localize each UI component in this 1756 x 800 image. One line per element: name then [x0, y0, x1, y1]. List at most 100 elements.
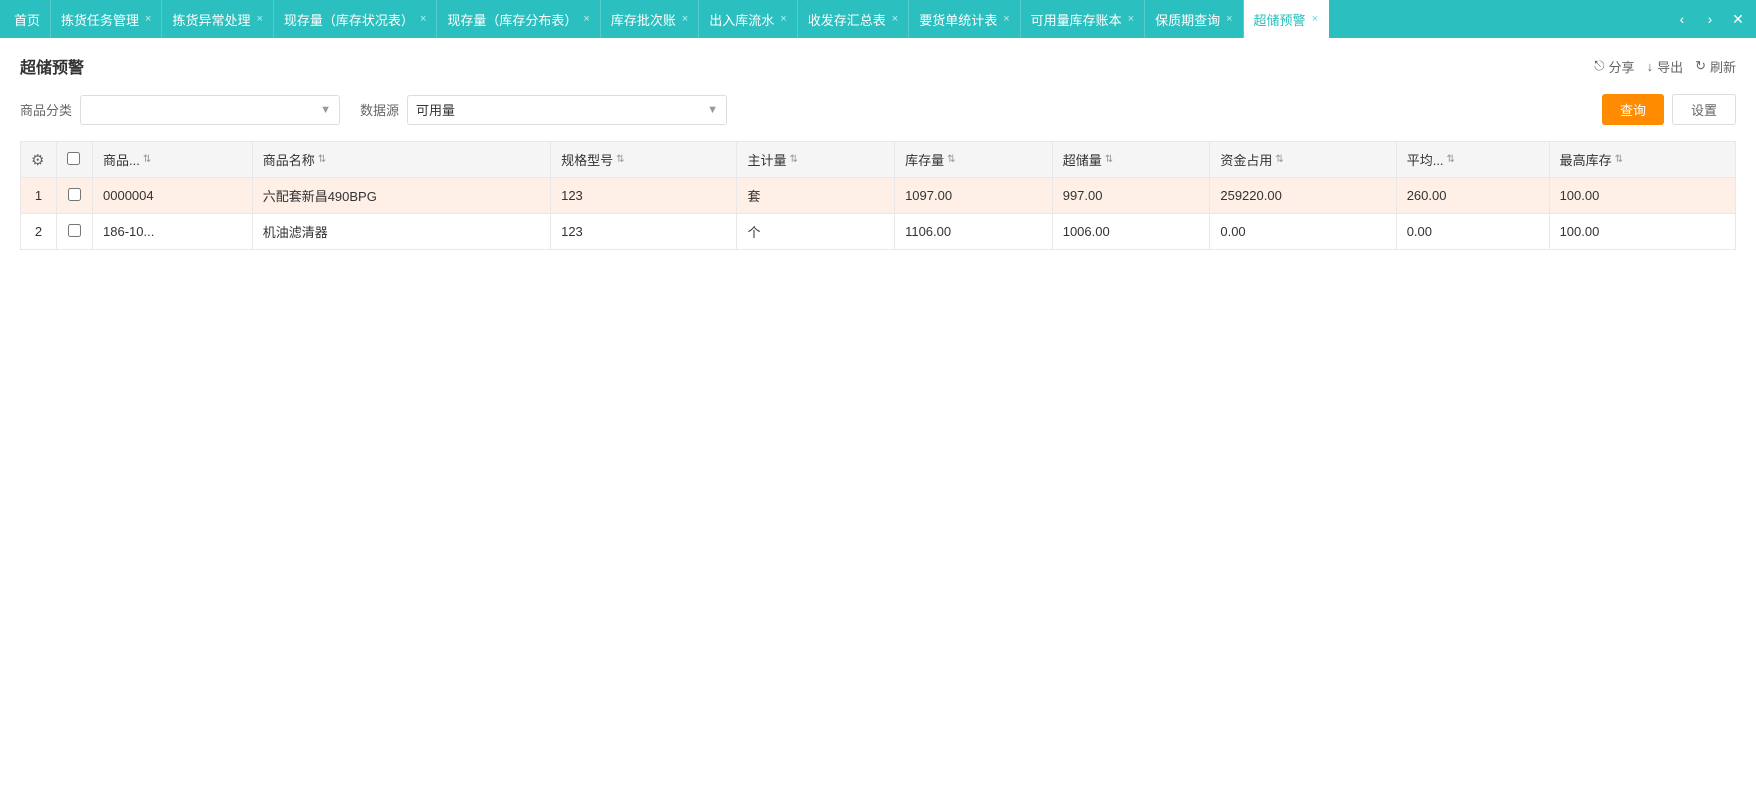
sort-stock[interactable]: 库存量 ⇅ — [905, 150, 955, 169]
nav-arrows: ‹ › ✕ — [1668, 0, 1752, 38]
sort-icon: ⇅ — [789, 154, 797, 165]
cell-avg: 260.00 — [1396, 178, 1549, 214]
sort-avg[interactable]: 平均... ⇅ — [1407, 150, 1455, 169]
datasource-filter-group: 数据源 可用量 ▼ — [360, 95, 727, 125]
nav-item-demand[interactable]: 要货单统计表 × — [909, 0, 1020, 38]
filter-actions: 查询 设置 — [1602, 94, 1736, 125]
share-icon: ⎋ — [1594, 58, 1604, 74]
close-icon[interactable]: × — [145, 13, 151, 25]
cell-product-name: 机油滤清器 — [252, 214, 550, 250]
category-filter-group: 商品分类 ▼ — [20, 95, 340, 125]
cell-spec: 123 — [551, 178, 737, 214]
cell-product-name: 六配套新昌490BPG — [252, 178, 550, 214]
cell-overstock: 997.00 — [1052, 178, 1210, 214]
nav-prev-button[interactable]: ‹ — [1668, 0, 1696, 38]
row-checkbox[interactable] — [68, 224, 81, 237]
category-label: 商品分类 — [20, 100, 72, 119]
sort-product-name[interactable]: 商品名称 ⇅ — [263, 150, 326, 169]
row-checkbox[interactable] — [68, 188, 81, 201]
th-checkbox[interactable] — [57, 142, 93, 178]
page-title: 超储预警 — [20, 54, 84, 78]
row-checkbox-cell[interactable] — [57, 214, 93, 250]
nav-next-button[interactable]: › — [1696, 0, 1724, 38]
cell-spec: 123 — [551, 214, 737, 250]
close-icon[interactable]: × — [892, 13, 898, 25]
gear-icon[interactable]: ⚙ — [31, 152, 44, 169]
nav-item-home[interactable]: 首页 — [4, 0, 51, 38]
filter-bar: 商品分类 ▼ 数据源 可用量 ▼ 查询 设置 — [20, 94, 1736, 125]
top-navigation: 首页 拣货任务管理 × 拣货异常处理 × 现存量（库存状况表） × 现存量（库存… — [0, 0, 1756, 38]
export-icon: ↓ — [1647, 59, 1654, 74]
close-icon[interactable]: × — [1312, 13, 1318, 25]
close-icon[interactable]: × — [1003, 13, 1009, 25]
nav-item-available[interactable]: 可用量库存账本 × — [1021, 0, 1145, 38]
close-icon[interactable]: × — [583, 13, 589, 25]
close-icon[interactable]: × — [682, 13, 688, 25]
cell-max-stock: 100.00 — [1549, 214, 1735, 250]
th-max-stock[interactable]: 最高库存 ⇅ — [1549, 142, 1735, 178]
table-row: 1 0000004 六配套新昌490BPG 123 套 1097.00 997.… — [21, 178, 1736, 214]
refresh-button[interactable]: ↻ 刷新 — [1695, 57, 1736, 76]
row-number: 1 — [21, 178, 57, 214]
close-icon[interactable]: × — [420, 13, 426, 25]
th-spec[interactable]: 规格型号 ⇅ — [551, 142, 737, 178]
close-icon[interactable]: × — [780, 13, 786, 25]
nav-item-summary[interactable]: 收发存汇总表 × — [798, 0, 909, 38]
sort-unit[interactable]: 主计量 ⇅ — [747, 150, 797, 169]
sort-max-stock[interactable]: 最高库存 ⇅ — [1560, 150, 1623, 169]
page-content: 超储预警 ⎋ 分享 ↓ 导出 ↻ 刷新 商品分类 ▼ 数据源 — [0, 38, 1756, 266]
sort-icon: ⇅ — [1615, 154, 1623, 165]
row-number: 2 — [21, 214, 57, 250]
sort-overstock[interactable]: 超储量 ⇅ — [1063, 150, 1113, 169]
cell-unit: 个 — [737, 214, 895, 250]
datasource-select[interactable]: 可用量 ▼ — [407, 95, 727, 125]
export-button[interactable]: ↓ 导出 — [1647, 57, 1684, 76]
cell-unit: 套 — [737, 178, 895, 214]
nav-item-task[interactable]: 拣货任务管理 × — [51, 0, 162, 38]
th-unit[interactable]: 主计量 ⇅ — [737, 142, 895, 178]
nav-item-stock-dist[interactable]: 现存量（库存分布表） × — [437, 0, 600, 38]
sort-spec[interactable]: 规格型号 ⇅ — [561, 150, 624, 169]
chevron-down-icon: ▼ — [320, 104, 331, 116]
nav-item-flow[interactable]: 出入库流水 × — [699, 0, 797, 38]
select-all-checkbox[interactable] — [67, 152, 80, 165]
cell-capital: 0.00 — [1210, 214, 1396, 250]
th-stock[interactable]: 库存量 ⇅ — [895, 142, 1053, 178]
sort-icon: ⇅ — [143, 154, 151, 165]
cell-max-stock: 100.00 — [1549, 178, 1735, 214]
sort-capital[interactable]: 资金占用 ⇅ — [1220, 150, 1283, 169]
th-capital[interactable]: 资金占用 ⇅ — [1210, 142, 1396, 178]
sort-icon: ⇅ — [616, 154, 624, 165]
data-table: ⚙ 商品... ⇅ 商品名称 ⇅ — [20, 141, 1736, 250]
close-icon[interactable]: × — [1226, 13, 1232, 25]
refresh-icon: ↻ — [1695, 58, 1706, 74]
nav-item-batch[interactable]: 库存批次账 × — [601, 0, 699, 38]
sort-icon: ⇅ — [947, 154, 955, 165]
query-button[interactable]: 查询 — [1602, 94, 1664, 125]
sort-icon: ⇅ — [318, 154, 326, 165]
row-checkbox-cell[interactable] — [57, 178, 93, 214]
close-icon[interactable]: × — [256, 13, 262, 25]
toolbar-right: ⎋ 分享 ↓ 导出 ↻ 刷新 — [1594, 57, 1736, 76]
sort-icon: ⇅ — [1275, 154, 1283, 165]
category-select[interactable]: ▼ — [80, 95, 340, 125]
nav-item-stock-status[interactable]: 现存量（库存状况表） × — [274, 0, 437, 38]
cell-product-code: 0000004 — [93, 178, 253, 214]
sort-icon: ⇅ — [1447, 154, 1455, 165]
th-avg[interactable]: 平均... ⇅ — [1396, 142, 1549, 178]
close-icon[interactable]: × — [1128, 13, 1134, 25]
nav-item-shelf[interactable]: 保质期查询 × — [1145, 0, 1243, 38]
table-header-row: ⚙ 商品... ⇅ 商品名称 ⇅ — [21, 142, 1736, 178]
th-settings[interactable]: ⚙ — [21, 142, 57, 178]
th-product-name[interactable]: 商品名称 ⇅ — [252, 142, 550, 178]
nav-more-button[interactable]: ✕ — [1724, 0, 1752, 38]
th-overstock[interactable]: 超储量 ⇅ — [1052, 142, 1210, 178]
sort-product-code[interactable]: 商品... ⇅ — [103, 150, 151, 169]
cell-overstock: 1006.00 — [1052, 214, 1210, 250]
cell-avg: 0.00 — [1396, 214, 1549, 250]
setting-button[interactable]: 设置 — [1672, 94, 1736, 125]
share-button[interactable]: ⎋ 分享 — [1594, 57, 1634, 76]
th-product-code[interactable]: 商品... ⇅ — [93, 142, 253, 178]
nav-item-abnormal[interactable]: 拣货异常处理 × — [162, 0, 273, 38]
nav-item-overstock[interactable]: 超储预警 × — [1244, 0, 1329, 38]
